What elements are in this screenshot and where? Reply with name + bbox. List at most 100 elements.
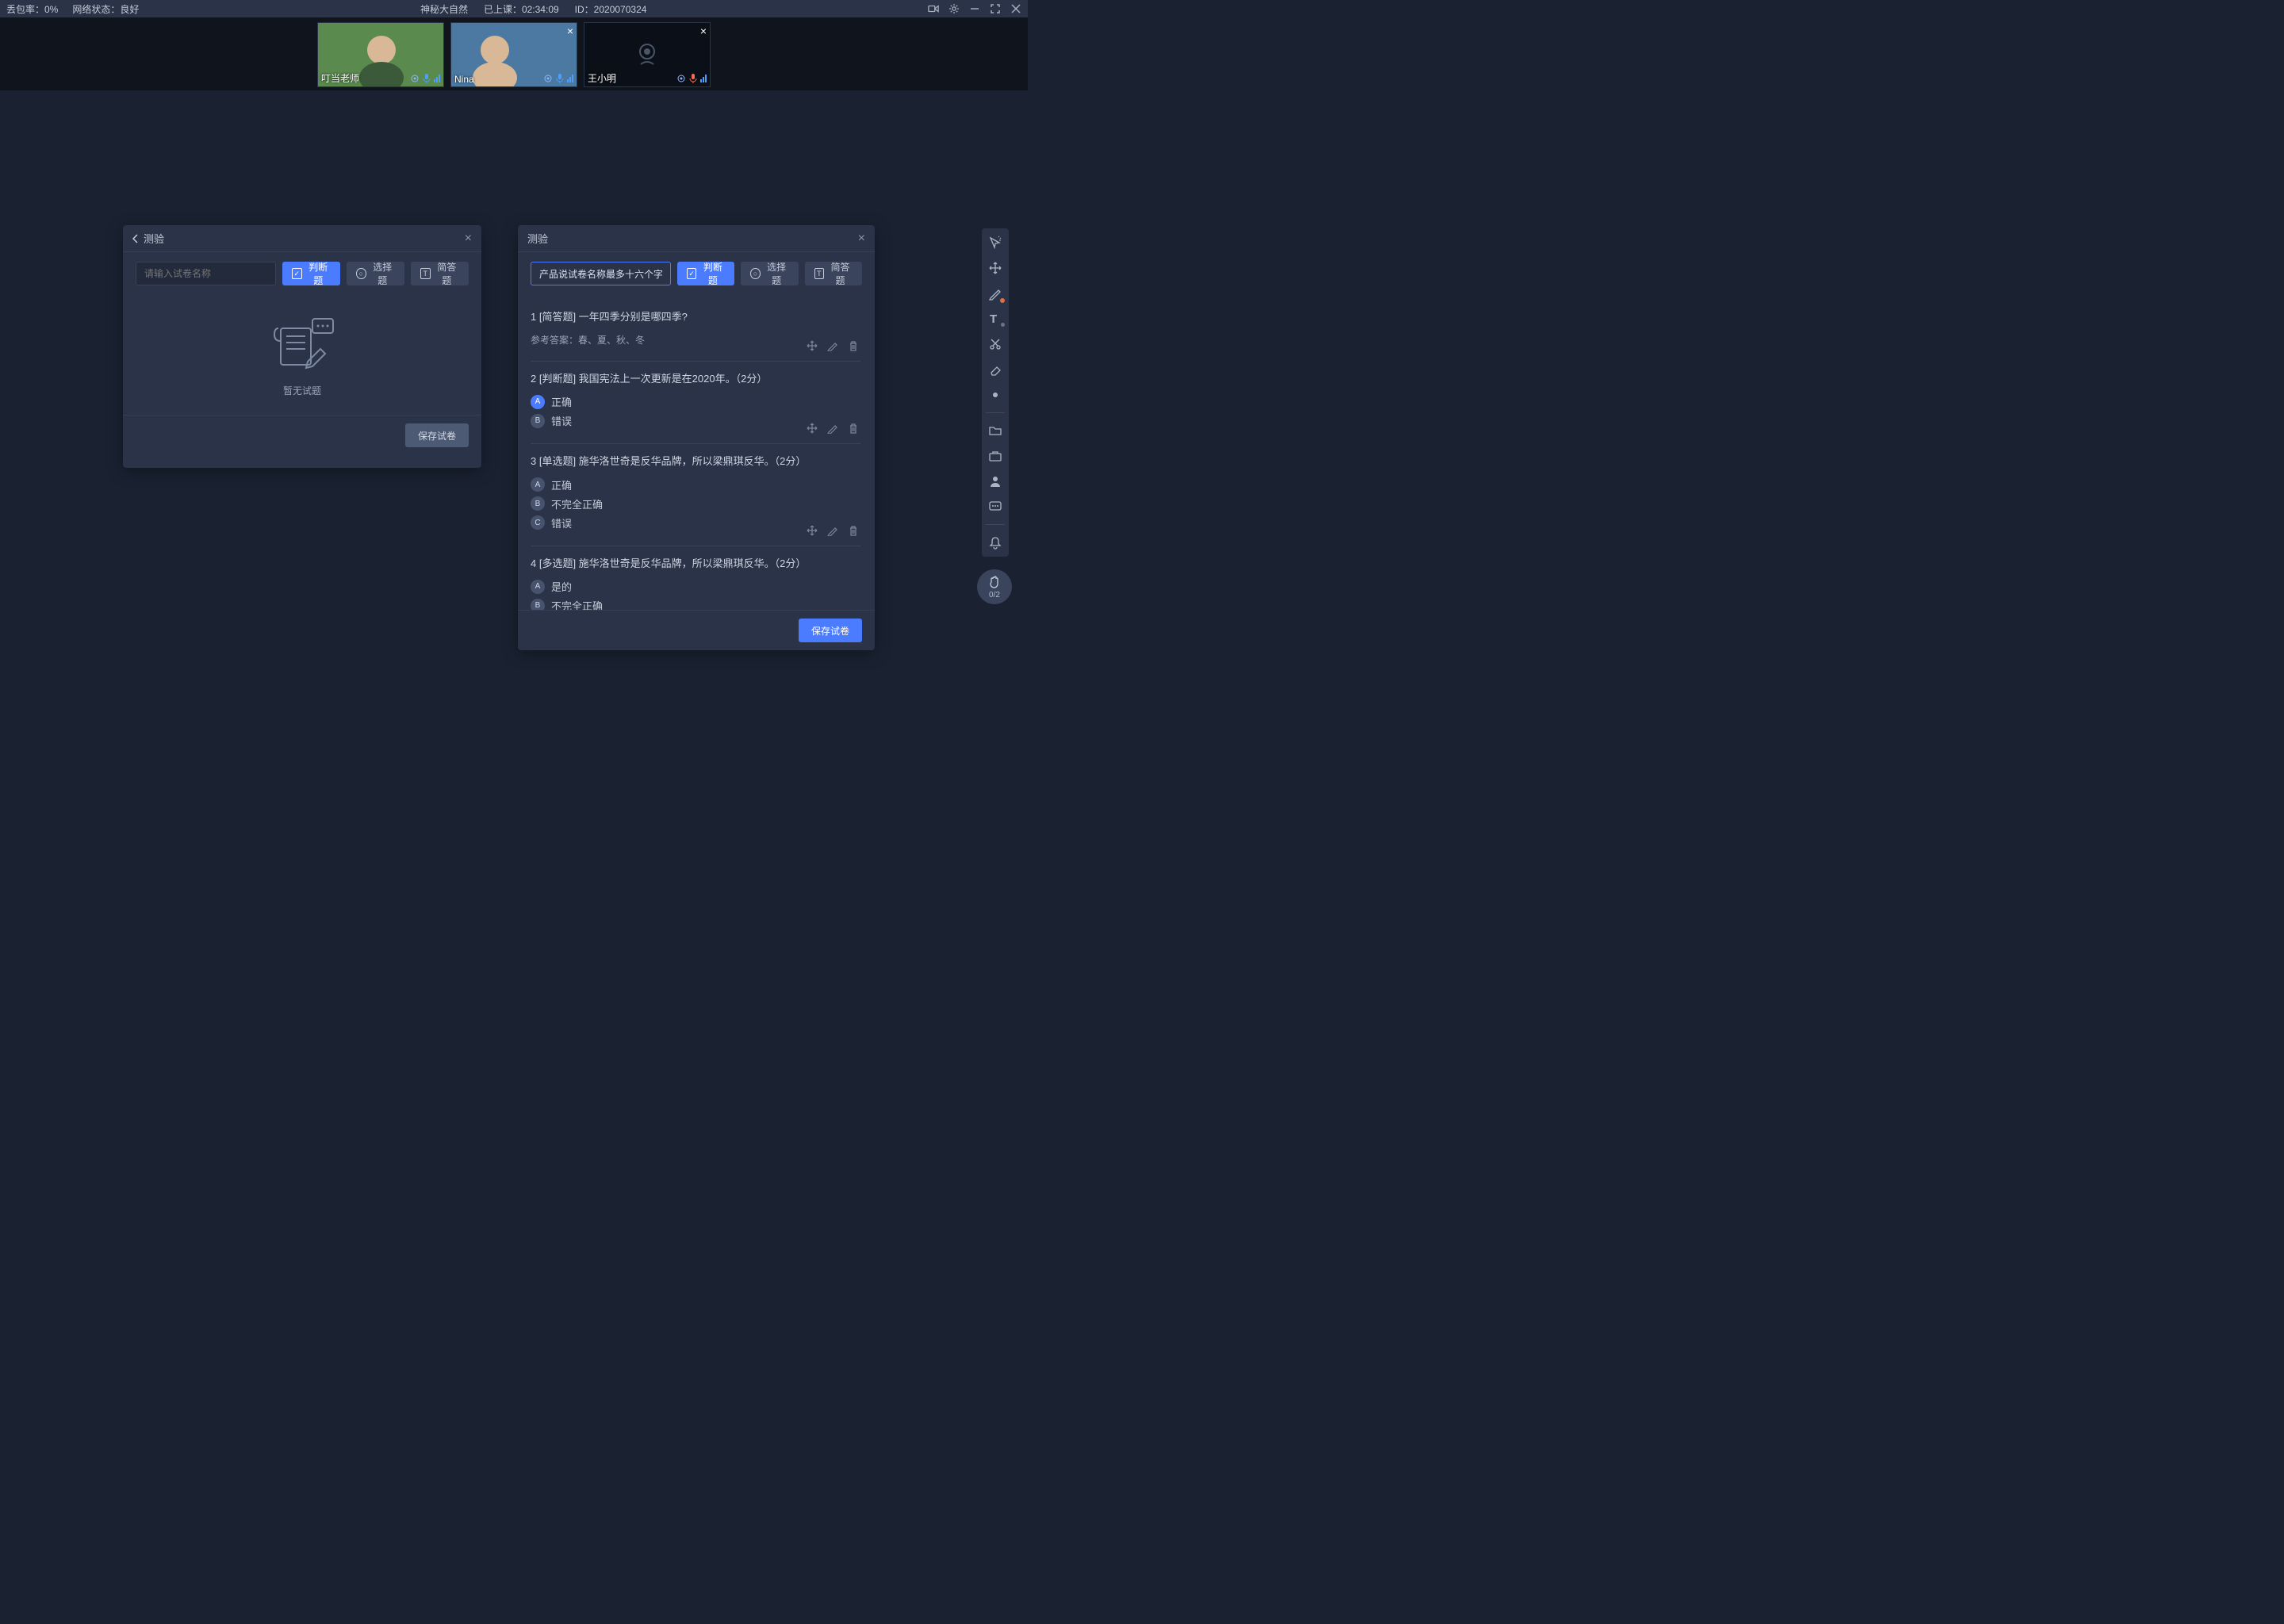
save-quiz-button[interactable]: 保存试卷	[405, 423, 469, 447]
bell-tool-icon[interactable]	[987, 534, 1003, 550]
option-badge: A	[531, 395, 545, 409]
toolbox-icon[interactable]	[987, 448, 1003, 464]
choice-type-button[interactable]: ○ 选择题	[347, 262, 404, 285]
choice-icon: ○	[356, 268, 366, 279]
option-label: 正确	[551, 477, 572, 492]
topbar: 丢包率：0% 网络状态：良好 神秘大自然 已上课：02:34:09 ID：202…	[0, 0, 1028, 17]
toolbox-sidebar: T	[982, 228, 1009, 557]
option-badge: B	[531, 599, 545, 611]
signal-icon	[676, 74, 686, 83]
move-icon[interactable]	[807, 423, 819, 435]
camera-off-icon	[631, 39, 663, 71]
quiz-edit-panel: 测验 × ✓ 判断题 ○ 选择题 T 简答题 1 [简答题] 一年四季分别是哪四…	[518, 225, 875, 650]
judge-type-button[interactable]: ✓ 判断题	[282, 262, 340, 285]
option-label: 不完全正确	[551, 598, 603, 610]
raise-hand-badge[interactable]: 0/2	[977, 569, 1012, 604]
scissors-tool-icon[interactable]	[987, 336, 1003, 352]
mic-icon	[689, 73, 697, 84]
video-tile[interactable]: 叮当老师	[317, 22, 444, 87]
mic-icon	[556, 73, 564, 84]
hand-count-label: 0/2	[989, 591, 1000, 599]
short-icon: T	[814, 268, 824, 279]
delete-icon[interactable]	[848, 340, 860, 353]
option-label: 正确	[551, 394, 572, 409]
option-badge: C	[531, 515, 545, 530]
question-option[interactable]: A是的	[531, 579, 860, 594]
question-option[interactable]: A 正确	[531, 394, 860, 409]
option-label: 错误	[551, 413, 572, 428]
pointer-tool-icon[interactable]	[987, 235, 1003, 251]
panel-back-icon[interactable]	[132, 234, 139, 243]
question-option[interactable]: A 正确	[531, 477, 860, 492]
short-type-button[interactable]: T 简答题	[805, 262, 862, 285]
panel-close-icon[interactable]: ×	[858, 232, 865, 246]
participant-name: 王小明	[588, 71, 616, 85]
video-tile[interactable]: 王小明 ×	[584, 22, 711, 87]
panel-title: 测验	[144, 231, 465, 246]
judge-icon: ✓	[292, 268, 302, 279]
text-tool-icon[interactable]: T	[987, 311, 1003, 327]
signal-icon	[543, 74, 553, 83]
delete-icon[interactable]	[848, 525, 860, 538]
eraser-tool-icon[interactable]	[987, 362, 1003, 377]
pen-tool-icon[interactable]	[987, 285, 1003, 301]
option-label: 错误	[551, 515, 572, 530]
move-icon[interactable]	[807, 340, 819, 353]
question-item: 4 [多选题] 施华洛世奇是反华品牌，所以梁鼎琪反华。（2分） A是的 B 不完全正确…	[531, 546, 860, 611]
mic-icon	[423, 73, 431, 84]
svg-text:T: T	[990, 312, 997, 326]
question-option[interactable]: B 不完全正确	[531, 496, 860, 511]
quiz-name-input[interactable]	[531, 262, 671, 285]
short-type-label: 简答题	[435, 260, 460, 287]
move-icon[interactable]	[807, 525, 819, 538]
empty-text: 暂无试题	[283, 384, 321, 397]
edit-icon[interactable]	[827, 525, 840, 538]
session-id-label: ID：2020070324	[575, 2, 647, 16]
short-type-button[interactable]: T 简答题	[411, 262, 469, 285]
delete-icon[interactable]	[848, 423, 860, 435]
close-window-icon[interactable]	[1010, 3, 1021, 14]
edit-icon[interactable]	[827, 423, 840, 435]
quiz-name-input[interactable]	[136, 262, 276, 285]
class-name-label: 神秘大自然	[420, 2, 468, 16]
fullscreen-icon[interactable]	[990, 3, 1001, 14]
judge-type-button[interactable]: ✓ 判断题	[677, 262, 734, 285]
judge-type-label: 判断题	[700, 260, 725, 287]
video-close-icon[interactable]: ×	[567, 25, 573, 37]
question-option[interactable]: B 不完全正确	[531, 598, 860, 610]
loss-rate-label: 丢包率：0%	[6, 2, 58, 16]
panel-title: 测验	[527, 231, 858, 246]
move-tool-icon[interactable]	[987, 260, 1003, 276]
camera-toggle-icon[interactable]	[928, 3, 939, 14]
question-title: 2 [判断题] 我国宪法上一次更新是在2020年。（2分）	[531, 371, 860, 387]
question-item: 2 [判断题] 我国宪法上一次更新是在2020年。（2分）A正确B错误	[531, 362, 860, 445]
settings-icon[interactable]	[948, 3, 960, 14]
judge-type-label: 判断题	[306, 260, 331, 287]
dot-tool-icon[interactable]	[987, 387, 1003, 403]
save-quiz-button[interactable]: 保存试卷	[799, 619, 862, 642]
question-item: 3 [单选题] 施华洛世奇是反华品牌，所以梁鼎琪反华。（2分） A 正确 B 不完全正确…	[531, 444, 860, 546]
option-badge: A	[531, 477, 545, 492]
choice-icon: ○	[750, 268, 760, 279]
video-close-icon[interactable]: ×	[700, 25, 707, 37]
edit-icon[interactable]	[827, 340, 840, 353]
empty-illustration-icon	[266, 312, 338, 376]
user-tool-icon[interactable]	[987, 473, 1003, 489]
folder-tool-icon[interactable]	[987, 423, 1003, 439]
question-title: 1 [简答题] 一年四季分别是哪四季?	[531, 309, 860, 325]
panel-close-icon[interactable]: ×	[465, 232, 472, 246]
choice-type-label: 选择题	[765, 260, 789, 287]
question-title: 3 [单选题] 施华洛世奇是反华品牌，所以梁鼎琪反华。（2分）	[531, 454, 860, 469]
option-label: 不完全正确	[551, 496, 603, 511]
short-icon: T	[420, 268, 431, 279]
video-strip: 叮当老师 Nina× 王小明 ×	[0, 17, 1028, 90]
video-tile[interactable]: Nina×	[450, 22, 577, 87]
minimize-icon[interactable]	[969, 3, 980, 14]
question-title: 4 [多选题] 施华洛世奇是反华品牌，所以梁鼎琪反华。（2分）	[531, 556, 860, 572]
chat-tool-icon[interactable]	[987, 499, 1003, 515]
participant-name: 叮当老师	[321, 71, 359, 85]
signal-icon	[410, 74, 420, 83]
option-badge: B	[531, 496, 545, 511]
elapsed-time-label: 已上课：02:34:09	[484, 2, 559, 16]
choice-type-button[interactable]: ○ 选择题	[741, 262, 798, 285]
